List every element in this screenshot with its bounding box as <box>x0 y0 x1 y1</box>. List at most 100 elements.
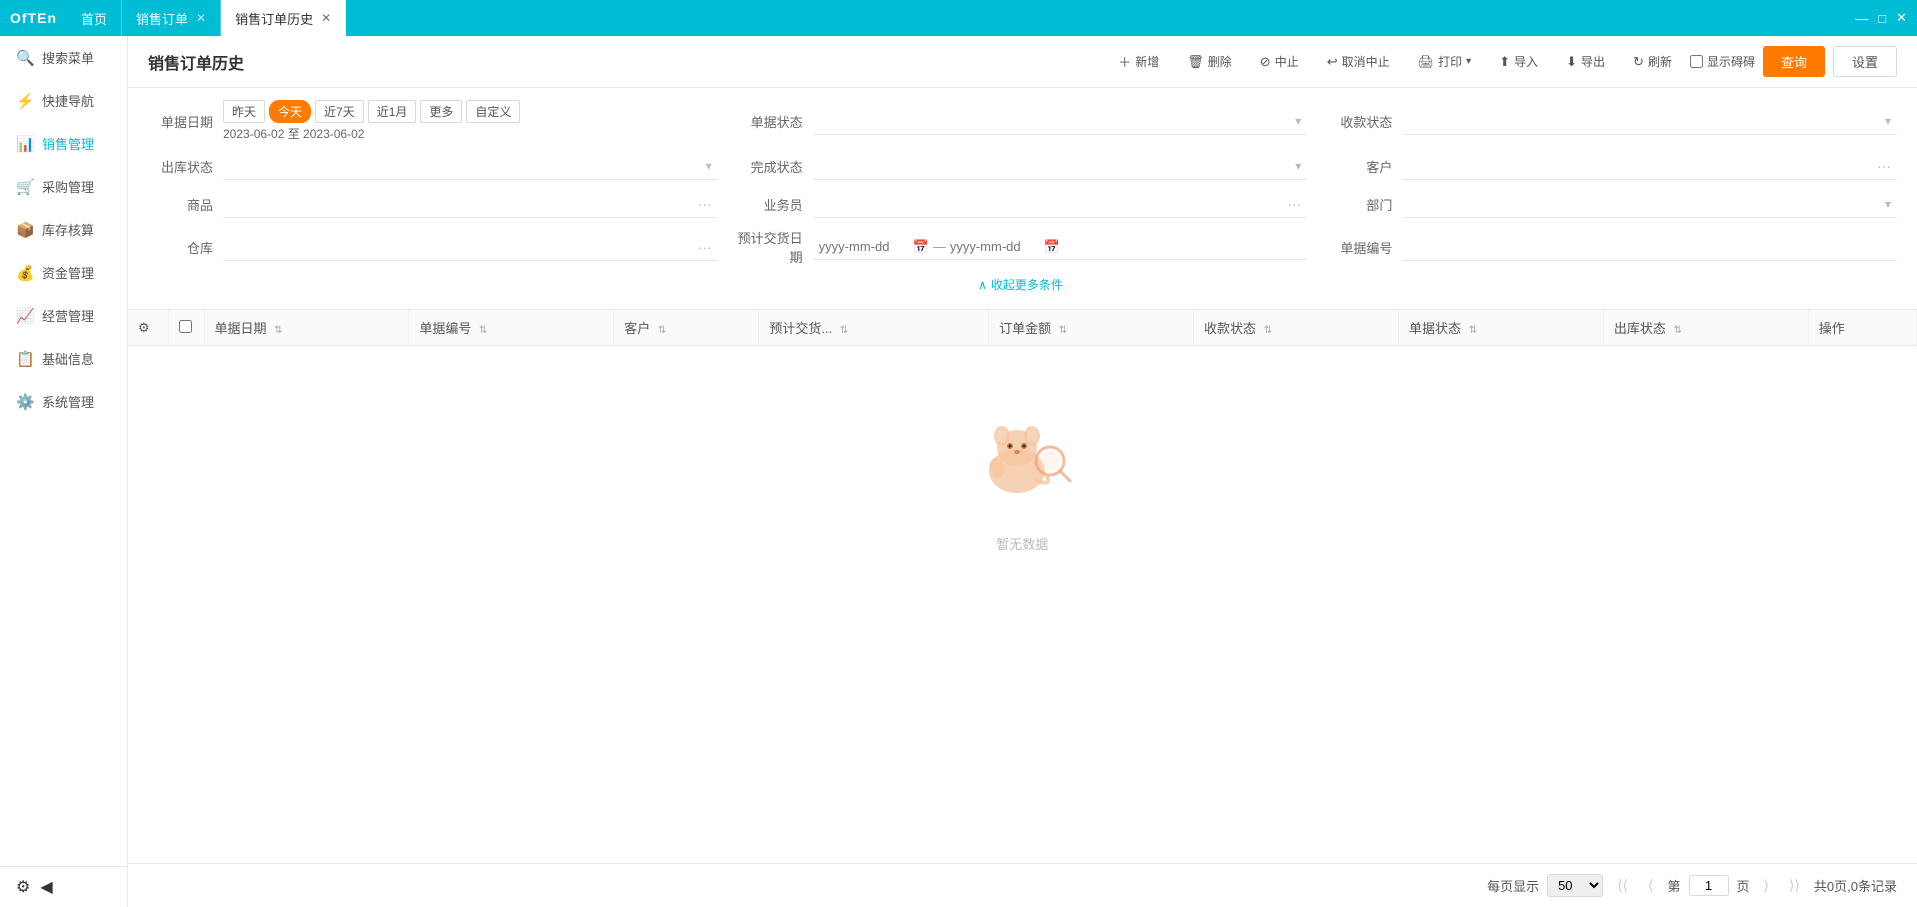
out-status-dropdown-arrow[interactable]: ▾ <box>706 159 712 173</box>
prev-page-btn[interactable]: ⟨ <box>1642 875 1659 896</box>
set-button[interactable]: 设置 <box>1833 46 1897 77</box>
sidebar-item-sales[interactable]: 📊 销售管理 <box>0 122 127 165</box>
finance-icon: 💰 <box>16 264 34 282</box>
payment-status-dropdown-arrow[interactable]: ▾ <box>1885 114 1891 128</box>
sidebar-item-purchase[interactable]: 🛒 采购管理 <box>0 165 127 208</box>
add-icon: ＋ <box>1118 52 1131 71</box>
th-bill-status[interactable]: 单据状态 ⇅ <box>1398 310 1603 346</box>
sort-bill-status[interactable]: ⇅ <box>1469 325 1477 336</box>
tab-sales-order-history[interactable]: 销售订单历史 ✕ <box>221 0 346 36</box>
btn-stop[interactable]: ⊘ 中止 <box>1250 49 1309 74</box>
bill-no-input[interactable] <box>1408 239 1891 254</box>
payment-status-input-wrap[interactable]: ▾ <box>1402 107 1897 135</box>
sort-bill-date[interactable]: ⇅ <box>274 325 282 336</box>
sort-customer[interactable]: ⇅ <box>658 325 666 336</box>
th-checkbox[interactable] <box>168 310 204 346</box>
date-btn-more[interactable]: 更多 <box>420 100 462 123</box>
th-out-status[interactable]: 出库状态 ⇅ <box>1603 310 1808 346</box>
date-btn-7days[interactable]: 近7天 <box>315 100 364 123</box>
select-all-checkbox[interactable] <box>179 320 192 333</box>
filter-dept: 部门 ▾ <box>1327 190 1897 218</box>
minimize-icon[interactable]: — <box>1855 11 1868 26</box>
th-payment-status[interactable]: 收款状态 ⇅ <box>1194 310 1399 346</box>
sidebar-item-search[interactable]: 🔍 搜索菜单 <box>0 36 127 79</box>
sort-out-status[interactable]: ⇅ <box>1673 325 1681 336</box>
tab-home[interactable]: 首页 <box>67 0 122 36</box>
settings-gear-icon[interactable]: ⚙ <box>138 320 150 335</box>
close-window-icon[interactable]: ✕ <box>1896 10 1907 26</box>
bill-no-input-wrap[interactable] <box>1402 233 1897 261</box>
salesman-label: 业务员 <box>738 195 813 214</box>
warehouse-ellipsis[interactable]: ··· <box>698 239 712 255</box>
tab-close-sales-order[interactable]: ✕ <box>196 11 206 25</box>
sidebar-item-basic-info[interactable]: 📋 基础信息 <box>0 337 127 380</box>
out-status-input-wrap[interactable]: ▾ <box>223 152 718 180</box>
salesman-input-wrap[interactable]: ··· <box>813 190 1308 218</box>
sort-bill-no[interactable]: ⇅ <box>479 325 487 336</box>
empty-text: 暂无数据 <box>996 534 1048 553</box>
btn-export[interactable]: ⬇ 导出 <box>1556 49 1615 74</box>
th-settings[interactable]: ⚙ <box>128 310 168 346</box>
sort-expected-delivery[interactable]: ⇅ <box>840 325 848 336</box>
warehouse-input-wrap[interactable]: ··· <box>223 233 718 261</box>
th-customer[interactable]: 客户 ⇅ <box>614 310 759 346</box>
product-ellipsis[interactable]: ··· <box>698 196 712 212</box>
th-bill-no[interactable]: 单据编号 ⇅ <box>409 310 614 346</box>
sidebar-item-quicknav[interactable]: ⚡ 快捷导航 <box>0 79 127 122</box>
date-btn-custom[interactable]: 自定义 <box>466 100 520 123</box>
customer-ellipsis[interactable]: ··· <box>1877 158 1891 174</box>
last-page-btn[interactable]: ⟩⟩ <box>1783 875 1806 896</box>
sidebar-settings-icon[interactable]: ⚙ <box>16 877 30 897</box>
salesman-ellipsis[interactable]: ··· <box>1287 196 1301 212</box>
page-size-select[interactable]: 10 20 50 100 <box>1547 874 1603 897</box>
tab-sales-order[interactable]: 销售订单 ✕ <box>122 0 221 36</box>
date-btn-yesterday[interactable]: 昨天 <box>223 100 265 123</box>
th-order-amount[interactable]: 订单金额 ⇅ <box>989 310 1194 346</box>
sidebar-item-system[interactable]: ⚙️ 系统管理 <box>0 380 127 423</box>
btn-delete[interactable]: 🗑 删除 <box>1177 49 1242 74</box>
product-input-wrap[interactable]: ··· <box>223 190 718 218</box>
page-input[interactable] <box>1689 875 1729 896</box>
btn-import[interactable]: ⬆ 导入 <box>1489 49 1548 74</box>
th-bill-date[interactable]: 单据日期 ⇅ <box>204 310 409 346</box>
customer-input-wrap[interactable]: ··· <box>1402 152 1897 180</box>
collapse-more-conditions[interactable]: ∧ 收起更多条件 <box>148 272 1897 297</box>
table-body: 暂无数据 <box>128 346 1917 614</box>
quicknav-icon: ⚡ <box>16 92 34 110</box>
th-expected-delivery[interactable]: 预计交货... ⇅ <box>759 310 989 346</box>
btn-add[interactable]: ＋ 新增 <box>1108 48 1169 75</box>
print-dropdown-arrow: ▾ <box>1466 56 1471 67</box>
maximize-icon[interactable]: □ <box>1878 11 1886 26</box>
dept-dropdown-arrow[interactable]: ▾ <box>1885 197 1891 211</box>
date-btn-1month[interactable]: 近1月 <box>368 100 417 123</box>
expected-date-to[interactable] <box>950 239 1040 254</box>
calendar-icon-to[interactable]: 📅 <box>1044 239 1060 255</box>
dept-input-wrap[interactable]: ▾ <box>1402 190 1897 218</box>
btn-refresh[interactable]: ↻ 刷新 <box>1623 49 1682 74</box>
expected-date-from[interactable] <box>819 239 909 254</box>
filter-complete-status: 完成状态 ▾ <box>738 152 1308 180</box>
print-icon: 🖨 <box>1418 54 1435 70</box>
date-btn-today[interactable]: 今天 <box>269 100 311 123</box>
query-button[interactable]: 查询 <box>1763 46 1825 77</box>
sidebar-item-operations[interactable]: 📈 经营管理 <box>0 294 127 337</box>
display-cols-checkbox[interactable]: 显示碍碍 <box>1690 53 1755 70</box>
complete-status-dropdown-arrow[interactable]: ▾ <box>1295 159 1301 173</box>
btn-cancel-stop[interactable]: ↩ 取消中止 <box>1317 49 1400 74</box>
first-page-btn[interactable]: ⟨⟨ <box>1611 875 1634 896</box>
btn-print[interactable]: 🖨 打印 ▾ <box>1408 49 1482 74</box>
next-page-btn[interactable]: ⟩ <box>1758 875 1775 896</box>
sidebar-label-quicknav: 快捷导航 <box>42 91 94 110</box>
sort-payment-status[interactable]: ⇅ <box>1264 325 1272 336</box>
main-layout: 🔍 搜索菜单 ⚡ 快捷导航 📊 销售管理 🛒 采购管理 📦 库存核算 💰 资金管… <box>0 36 1917 907</box>
calendar-icon-from[interactable]: 📅 <box>913 239 929 255</box>
complete-status-input-wrap[interactable]: ▾ <box>813 152 1308 180</box>
sidebar-item-inventory[interactable]: 📦 库存核算 <box>0 208 127 251</box>
bill-status-dropdown-arrow[interactable]: ▾ <box>1295 114 1301 128</box>
sort-order-amount[interactable]: ⇅ <box>1059 325 1067 336</box>
sidebar-item-finance[interactable]: 💰 资金管理 <box>0 251 127 294</box>
sidebar-collapse-icon[interactable]: ◀ <box>40 877 52 897</box>
display-cols-input[interactable] <box>1690 55 1703 68</box>
bill-status-input-wrap[interactable]: ▾ <box>813 107 1308 135</box>
tab-close-history[interactable]: ✕ <box>321 11 331 25</box>
